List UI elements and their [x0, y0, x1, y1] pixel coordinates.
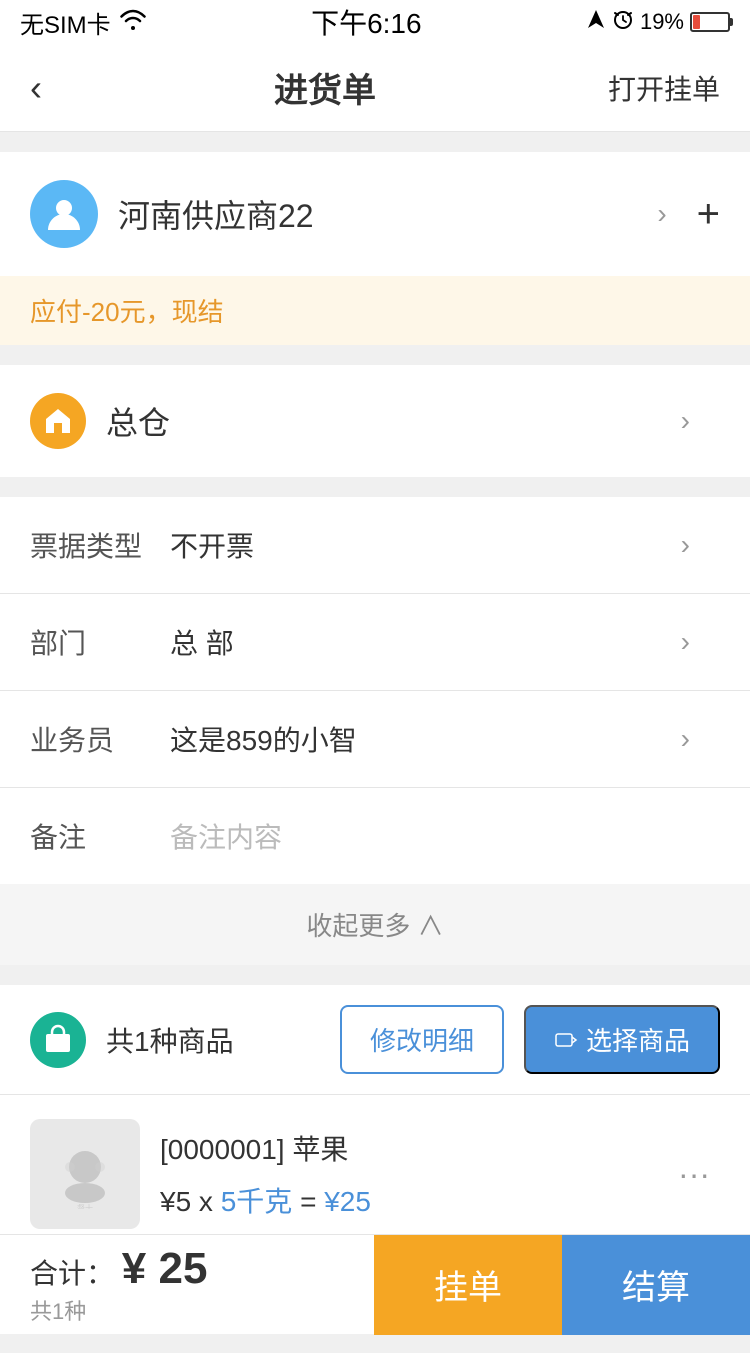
- warehouse-section: 总仓 ›: [0, 365, 750, 477]
- modify-detail-button[interactable]: 修改明细: [340, 1005, 504, 1074]
- product-price: ¥5 x 5千克 = ¥25: [160, 1180, 648, 1220]
- product-count-label: 共1种商品: [106, 1020, 320, 1060]
- wifi-icon: [119, 8, 147, 37]
- dept-value: 总 部: [170, 622, 681, 662]
- supplier-chevron-icon: ›: [657, 198, 666, 230]
- total-amount: ¥ 25: [122, 1244, 208, 1293]
- dept-chevron-icon: ›: [681, 626, 690, 658]
- total-section: 合计： ¥ 25 共1种: [0, 1244, 374, 1326]
- product-title: 苹果: [292, 1134, 348, 1165]
- form-section: 票据类型 不开票 › 部门 总 部 › 业务员 这是859的小智 › 备注 备注…: [0, 497, 750, 884]
- product-info: [0000001] 苹果 ¥5 x 5千克 = ¥25: [160, 1128, 648, 1220]
- open-hang-button[interactable]: 打开挂单: [608, 68, 720, 108]
- product-thumbnail: 督十: [30, 1119, 140, 1229]
- invoice-label: 票据类型: [30, 525, 170, 565]
- carrier-label: 无SIM卡: [20, 5, 111, 40]
- status-right: 19%: [586, 8, 730, 36]
- total-price: ¥25: [324, 1186, 371, 1217]
- salesman-label: 业务员: [30, 719, 170, 759]
- page-title: 进货单: [274, 63, 376, 112]
- equals-sign: =: [300, 1186, 324, 1217]
- notice-text: 应付-20元，现结: [30, 297, 224, 327]
- supplier-section: 河南供应商22 › + 应付-20元，现结: [0, 152, 750, 345]
- status-left: 无SIM卡: [20, 5, 147, 40]
- product-item: 督十 [0000001] 苹果 ¥5 x 5千克 = ¥25 ···: [0, 1095, 750, 1253]
- product-header: 共1种商品 修改明细 选择商品: [0, 985, 750, 1094]
- bottom-bar: 合计： ¥ 25 共1种 挂单 结算: [0, 1234, 750, 1334]
- battery-percent: 19%: [640, 9, 684, 35]
- battery-icon: [690, 12, 730, 32]
- nav-bar: ‹ 进货单 打开挂单: [0, 44, 750, 132]
- alarm-icon: [612, 8, 634, 36]
- salesman-row[interactable]: 业务员 这是859的小智 ›: [0, 691, 750, 788]
- salesman-chevron-icon: ›: [681, 723, 690, 755]
- total-label: 合计：: [30, 1258, 114, 1289]
- quantity: 5千克: [221, 1186, 293, 1217]
- remark-row[interactable]: 备注 备注内容: [0, 788, 750, 884]
- warehouse-chevron-icon: ›: [681, 405, 690, 437]
- supplier-avatar: [30, 180, 98, 248]
- invoice-value: 不开票: [170, 525, 681, 565]
- select-product-label: 选择商品: [586, 1021, 690, 1058]
- status-time: 下午6:16: [311, 2, 422, 42]
- svg-text:督十: 督十: [77, 1203, 93, 1209]
- warehouse-row[interactable]: 总仓 ›: [0, 365, 750, 477]
- product-more-button[interactable]: ···: [668, 1146, 720, 1203]
- product-count-icon: [30, 1012, 86, 1068]
- warehouse-icon: [30, 393, 86, 449]
- invoice-chevron-icon: ›: [681, 529, 690, 561]
- unit-price: ¥5 x: [160, 1186, 221, 1217]
- product-header-section: 共1种商品 修改明细 选择商品 督十 [0000001]: [0, 985, 750, 1253]
- warehouse-name: 总仓: [106, 398, 681, 444]
- hang-button[interactable]: 挂单: [374, 1235, 562, 1335]
- location-icon: [586, 8, 606, 36]
- back-button[interactable]: ‹: [30, 67, 42, 109]
- add-button[interactable]: +: [697, 192, 720, 237]
- dept-label: 部门: [30, 622, 170, 662]
- supplier-row: 河南供应商22 › +: [0, 152, 750, 276]
- remark-label: 备注: [30, 816, 170, 856]
- invoice-row[interactable]: 票据类型 不开票 ›: [0, 497, 750, 594]
- notice-bar: 应付-20元，现结: [0, 276, 750, 345]
- select-product-button[interactable]: 选择商品: [524, 1005, 720, 1074]
- checkout-button[interactable]: 结算: [562, 1235, 750, 1335]
- remark-input[interactable]: 备注内容: [170, 816, 720, 856]
- total-count: 共1种: [30, 1294, 344, 1326]
- dept-row[interactable]: 部门 总 部 ›: [0, 594, 750, 691]
- product-code: [0000001]: [160, 1134, 292, 1165]
- product-name: [0000001] 苹果: [160, 1128, 648, 1168]
- collapse-button[interactable]: 收起更多 ∧: [0, 884, 750, 965]
- salesman-value: 这是859的小智: [170, 719, 681, 759]
- collapse-label: 收起更多 ∧: [306, 911, 443, 941]
- supplier-name[interactable]: 河南供应商22: [118, 191, 657, 237]
- status-bar: 无SIM卡 下午6:16 19%: [0, 0, 750, 44]
